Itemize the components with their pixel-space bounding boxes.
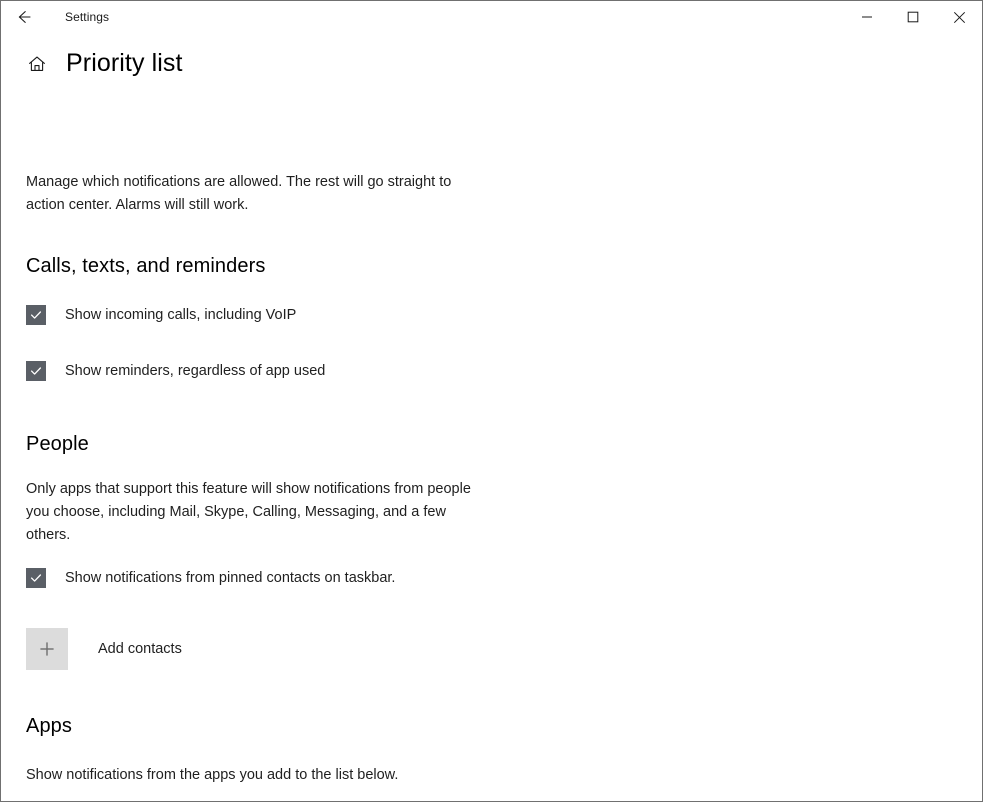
checkbox-row-incoming-calls[interactable]: Show incoming calls, including VoIP — [26, 305, 296, 325]
page-header: Priority list — [25, 51, 183, 76]
checkbox-label-incoming-calls: Show incoming calls, including VoIP — [65, 307, 297, 323]
maximize-button[interactable] — [890, 1, 936, 33]
maximize-icon — [907, 11, 919, 23]
close-button[interactable] — [936, 1, 982, 33]
add-contacts-tile[interactable] — [26, 628, 68, 670]
people-description: Only apps that support this feature will… — [26, 481, 471, 543]
checkmark-icon — [29, 571, 43, 585]
section-heading-calls: Calls, texts, and reminders — [26, 255, 266, 277]
titlebar: Settings — [1, 1, 982, 33]
minimize-icon — [861, 11, 873, 23]
checkbox-reminders[interactable] — [26, 361, 46, 381]
checkbox-row-pinned-contacts[interactable]: Show notifications from pinned contacts … — [26, 568, 395, 588]
plus-icon — [38, 640, 56, 658]
checkbox-incoming-calls[interactable] — [26, 305, 46, 325]
section-heading-people: People — [26, 433, 89, 455]
checkbox-label-pinned-contacts: Show notifications from pinned contacts … — [65, 570, 396, 586]
checkbox-row-reminders[interactable]: Show reminders, regardless of app used — [26, 361, 325, 381]
settings-content: Manage which notifications are allowed. … — [26, 151, 982, 801]
page-title: Priority list — [66, 49, 183, 77]
close-icon — [953, 11, 966, 24]
back-arrow-icon — [15, 8, 33, 26]
add-contacts-label: Add contacts — [98, 640, 182, 657]
caption-buttons — [844, 1, 982, 33]
checkbox-label-reminders: Show reminders, regardless of app used — [65, 363, 326, 379]
minimize-button[interactable] — [844, 1, 890, 33]
section-heading-apps: Apps — [26, 715, 72, 737]
checkmark-icon — [29, 364, 43, 378]
settings-window: Settings Priority list Manage which noti… — [0, 0, 983, 802]
app-title: Settings — [65, 10, 110, 24]
titlebar-drag-area — [109, 1, 844, 33]
add-contacts-button[interactable]: Add contacts — [26, 628, 182, 670]
back-button[interactable] — [1, 1, 47, 33]
checkmark-icon — [29, 308, 43, 322]
home-icon[interactable] — [25, 52, 49, 76]
apps-description: Show notifications from the apps you add… — [26, 767, 399, 783]
checkbox-pinned-contacts[interactable] — [26, 568, 46, 588]
intro-text: Manage which notifications are allowed. … — [26, 174, 452, 213]
